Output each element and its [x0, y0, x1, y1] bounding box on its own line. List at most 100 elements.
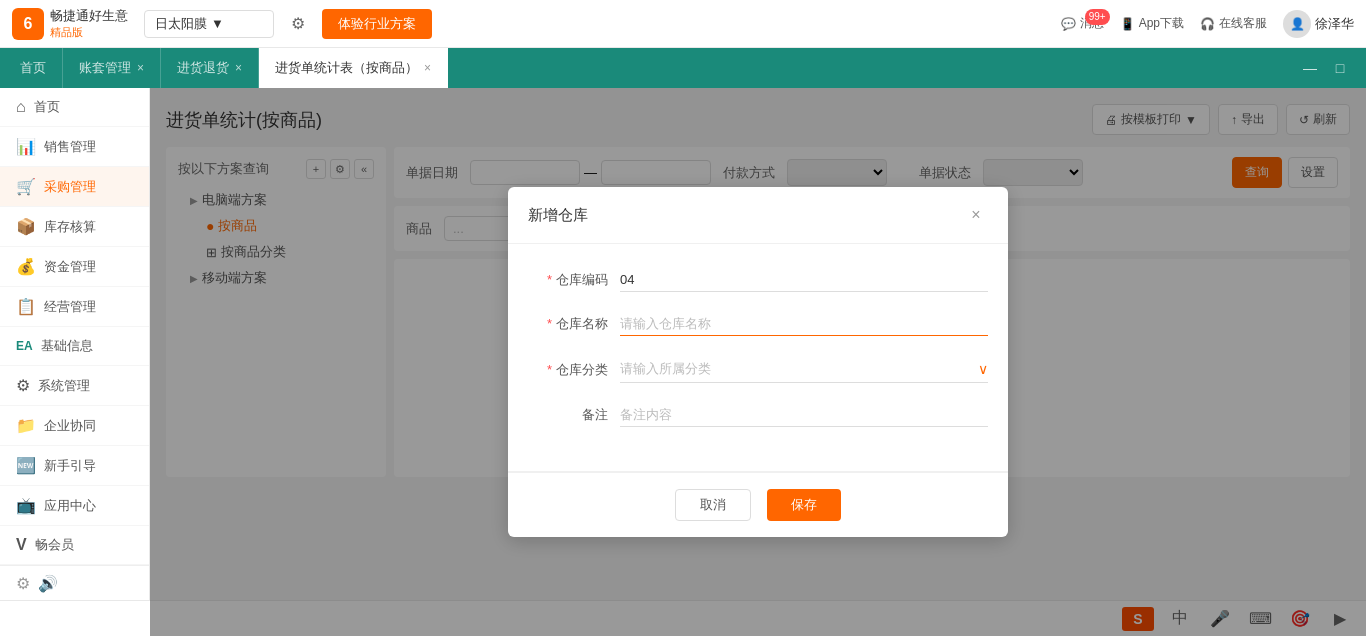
form-item-code: 仓库编码	[528, 268, 988, 292]
sidebar-item-sales-label: 销售管理	[44, 138, 96, 156]
purchase-icon: 🛒	[16, 177, 36, 196]
name-input[interactable]	[620, 312, 988, 336]
sidebar-item-apps-label: 应用中心	[44, 497, 96, 515]
form-item-category: 仓库分类 请输入所属分类 ∨	[528, 356, 988, 383]
app-label: App下载	[1139, 15, 1184, 32]
sidebar-bottom-settings-icon[interactable]: ⚙	[16, 574, 30, 593]
tab-purchase-stats[interactable]: 进货单统计表（按商品） ×	[259, 48, 448, 88]
modal-footer: 取消 保存	[508, 472, 1008, 537]
sales-icon: 📊	[16, 137, 36, 156]
sidebar-item-finance[interactable]: 💰 资金管理	[0, 247, 149, 287]
online-service-button[interactable]: 🎧 在线客服	[1200, 15, 1267, 32]
enterprise-icon: 📁	[16, 416, 36, 435]
save-button[interactable]: 保存	[767, 489, 841, 521]
sidebar-item-enterprise-label: 企业协同	[44, 417, 96, 435]
sidebar-item-home-label: 首页	[34, 98, 60, 116]
sidebar-item-sales[interactable]: 📊 销售管理	[0, 127, 149, 167]
try-industry-button[interactable]: 体验行业方案	[322, 9, 432, 39]
tab-purchase-stats-close[interactable]: ×	[424, 61, 431, 75]
tab-purchase-return[interactable]: 进货退货 ×	[161, 48, 259, 88]
category-label: 仓库分类	[528, 361, 608, 379]
sidebar-item-operations[interactable]: 📋 经营管理	[0, 287, 149, 327]
sidebar-item-basic-info-label: 基础信息	[41, 337, 93, 355]
modal-overlay[interactable]: 新增仓库 × 仓库编码 仓库名称 仓库分类	[150, 88, 1366, 636]
cancel-button[interactable]: 取消	[675, 489, 751, 521]
user-name: 徐泽华	[1315, 15, 1354, 33]
header-right: 💬 消息 99+ 📱 App下载 🎧 在线客服 👤 徐泽华	[1061, 10, 1354, 38]
restore-button[interactable]: —	[1296, 54, 1324, 82]
top-header: 6 畅捷通好生意 精品版 日太阳膜 ▼ ⚙ 体验行业方案 💬 消息 99+ 📱 …	[0, 0, 1366, 48]
chevron-down-icon: ▼	[211, 16, 224, 31]
logo-text: 畅捷通好生意 精品版	[50, 7, 128, 40]
sidebar-item-guide-label: 新手引导	[44, 457, 96, 475]
sidebar-item-finance-label: 资金管理	[44, 258, 96, 276]
tab-home-label: 首页	[20, 59, 46, 77]
sidebar-item-system[interactable]: ⚙ 系统管理	[0, 366, 149, 406]
tab-account-label: 账套管理	[79, 59, 131, 77]
inventory-icon: 📦	[16, 217, 36, 236]
user-area[interactable]: 👤 徐泽华	[1283, 10, 1354, 38]
modal-header: 新增仓库 ×	[508, 187, 1008, 244]
system-icon: ⚙	[16, 376, 30, 395]
code-label: 仓库编码	[528, 271, 608, 289]
category-select[interactable]: 请输入所属分类 ∨	[620, 356, 988, 383]
tab-purchase-return-close[interactable]: ×	[235, 61, 242, 75]
modal-title: 新增仓库	[528, 206, 588, 225]
sidebar: ⌂ 首页 📊 销售管理 🛒 采购管理 📦 库存核算 💰 资金管理 📋 经营管理 …	[0, 88, 150, 636]
form-item-name: 仓库名称	[528, 312, 988, 336]
tab-home[interactable]: 首页	[4, 48, 63, 88]
headset-icon: 🎧	[1200, 17, 1215, 31]
sidebar-item-enterprise[interactable]: 📁 企业协同	[0, 406, 149, 446]
message-button[interactable]: 💬 消息 99+	[1061, 15, 1104, 32]
note-label: 备注	[528, 406, 608, 424]
store-name: 日太阳膜	[155, 15, 207, 33]
name-label: 仓库名称	[528, 315, 608, 333]
sidebar-item-system-label: 系统管理	[38, 377, 90, 395]
modal-add-warehouse: 新增仓库 × 仓库编码 仓库名称 仓库分类	[508, 187, 1008, 537]
tab-account[interactable]: 账套管理 ×	[63, 48, 161, 88]
app-download-button[interactable]: 📱 App下载	[1120, 15, 1184, 32]
message-badge: 99+	[1085, 9, 1110, 25]
apps-icon: 📺	[16, 496, 36, 515]
main-layout: ⌂ 首页 📊 销售管理 🛒 采购管理 📦 库存核算 💰 资金管理 📋 经营管理 …	[0, 88, 1366, 636]
category-placeholder: 请输入所属分类	[620, 360, 711, 378]
note-input[interactable]	[620, 403, 988, 427]
sidebar-item-purchase[interactable]: 🛒 采购管理	[0, 167, 149, 207]
settings-button[interactable]: ⚙	[282, 8, 314, 40]
phone-icon: 📱	[1120, 17, 1135, 31]
category-arrow-icon: ∨	[978, 361, 988, 377]
sidebar-item-home[interactable]: ⌂ 首页	[0, 88, 149, 127]
tab-account-close[interactable]: ×	[137, 61, 144, 75]
sidebar-item-member-label: 畅会员	[35, 536, 74, 554]
tab-bar: 首页 账套管理 × 进货退货 × 进货单统计表（按商品） × — □	[0, 48, 1366, 88]
modal-close-button[interactable]: ×	[964, 203, 988, 227]
sidebar-item-member[interactable]: V 畅会员	[0, 526, 149, 565]
sidebar-item-inventory-label: 库存核算	[44, 218, 96, 236]
avatar: 👤	[1283, 10, 1311, 38]
sidebar-bottom-volume-icon[interactable]: 🔊	[38, 574, 58, 593]
tab-purchase-return-label: 进货退货	[177, 59, 229, 77]
modal-body: 仓库编码 仓库名称 仓库分类 请输入所属分类 ∨	[508, 244, 1008, 471]
service-label: 在线客服	[1219, 15, 1267, 32]
sidebar-item-inventory[interactable]: 📦 库存核算	[0, 207, 149, 247]
logo-area: 6 畅捷通好生意 精品版	[12, 7, 128, 40]
finance-icon: 💰	[16, 257, 36, 276]
store-selector[interactable]: 日太阳膜 ▼	[144, 10, 274, 38]
sidebar-item-purchase-label: 采购管理	[44, 178, 96, 196]
form-item-note: 备注	[528, 403, 988, 427]
code-input[interactable]	[620, 268, 988, 292]
sidebar-item-guide[interactable]: 🆕 新手引导	[0, 446, 149, 486]
sidebar-item-operations-label: 经营管理	[44, 298, 96, 316]
guide-icon: 🆕	[16, 456, 36, 475]
maximize-button[interactable]: □	[1326, 54, 1354, 82]
content-area: 进货单统计(按商品) 🖨 按模板打印 ▼ ↑ 导出 ↺ 刷新	[150, 88, 1366, 636]
sidebar-item-basic-info[interactable]: EA 基础信息	[0, 327, 149, 366]
operations-icon: 📋	[16, 297, 36, 316]
tab-right-buttons: — □	[1296, 48, 1362, 88]
message-icon: 💬	[1061, 17, 1076, 31]
sidebar-item-apps[interactable]: 📺 应用中心	[0, 486, 149, 526]
tab-purchase-stats-label: 进货单统计表（按商品）	[275, 59, 418, 77]
home-icon: ⌂	[16, 98, 26, 116]
logo-icon: 6	[12, 8, 44, 40]
basic-info-icon: EA	[16, 339, 33, 353]
